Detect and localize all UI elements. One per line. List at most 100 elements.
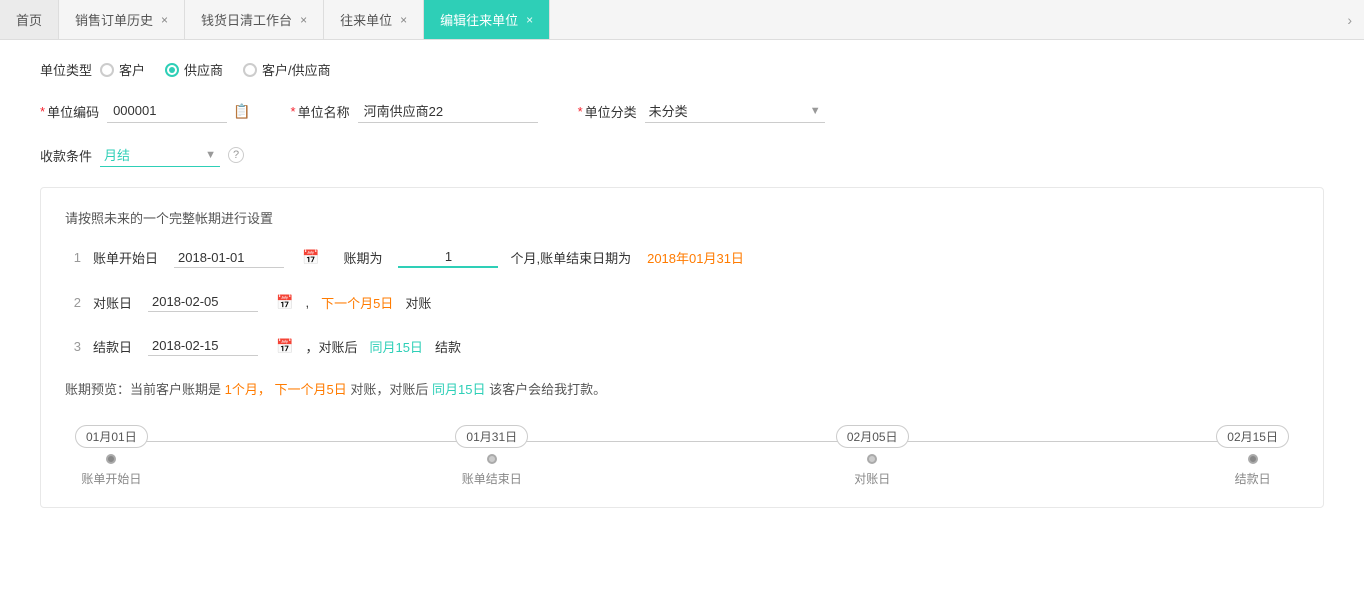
preview-label: 账期预览：当前客户账期是 xyxy=(65,382,221,397)
preview-part1: 1个月， xyxy=(225,382,271,397)
row1-calendar-icon[interactable]: 📅 xyxy=(302,249,319,266)
preview-section: 账期预览：当前客户账期是 1个月， 下一个月5日 对账，对账后 同月15日 该客… xyxy=(65,380,1299,401)
card-title: 请按照未来的一个完整帐期进行设置 xyxy=(65,208,1299,227)
timeline-sub-1: 账单开始日 xyxy=(81,470,141,487)
code-label: 单位编码 xyxy=(47,102,99,121)
row-num-2: 2 xyxy=(65,295,81,310)
name-required: * xyxy=(291,104,296,119)
settings-card: 请按照未来的一个完整帐期进行设置 1 账单开始日 📅 账期为 个月,账单结束日期… xyxy=(40,187,1324,508)
tab-bar: 首页 销售订单历史 × 钱货日清工作台 × 往来单位 × 编辑往来单位 × › xyxy=(0,0,1364,40)
row-num-3: 3 xyxy=(65,339,81,354)
tab-sales-close[interactable]: × xyxy=(161,13,168,27)
timeline-point-4: 02月15日 结款日 xyxy=(1216,425,1289,487)
radio-supplier[interactable]: 供应商 xyxy=(165,60,223,79)
row1-period-end: 2018年01月31日 xyxy=(647,248,744,267)
row2-date-input[interactable] xyxy=(148,292,258,312)
row3-same-month: 同月15日 xyxy=(369,337,422,356)
unit-type-row: 单位类型 客户 供应商 客户/供应商 xyxy=(40,60,1324,79)
row1-period-unit: 个月,账单结束日期为 xyxy=(510,248,631,267)
timeline-dot-1 xyxy=(106,454,116,464)
row1-period-input[interactable] xyxy=(398,247,498,268)
tab-cash-label: 钱货日清工作台 xyxy=(201,10,292,29)
radio-customer-label: 客户 xyxy=(119,60,145,79)
timeline-sub-3: 对账日 xyxy=(854,470,890,487)
row3-calendar-icon[interactable]: 📅 xyxy=(276,338,293,355)
timeline-point-2: 01月31日 账单结束日 xyxy=(455,425,528,487)
main-content: 单位类型 客户 供应商 客户/供应商 * 单位编码 📋 * 单位名称 xyxy=(0,40,1364,608)
category-required: * xyxy=(578,104,583,119)
row3-date-input[interactable] xyxy=(148,336,258,356)
tab-cash-close[interactable]: × xyxy=(300,13,307,27)
category-value: 未分类 xyxy=(649,101,804,120)
payment-help-icon[interactable]: ? xyxy=(228,147,244,163)
row1-label: 账单开始日 xyxy=(93,248,158,267)
radio-customer-circle xyxy=(100,63,114,77)
timeline-point-1: 01月01日 账单开始日 xyxy=(75,425,148,487)
timeline-dot-2 xyxy=(487,454,497,464)
preview-part2: 下一个月5日 xyxy=(275,382,347,397)
name-field-group: * 单位名称 xyxy=(291,99,538,123)
row-num-1: 1 xyxy=(65,250,81,265)
timeline-dot-4 xyxy=(1248,454,1258,464)
timeline-dot-3 xyxy=(867,454,877,464)
row1-date-input[interactable] xyxy=(174,248,284,268)
radio-both[interactable]: 客户/供应商 xyxy=(243,60,331,79)
code-required: * xyxy=(40,104,45,119)
code-input[interactable] xyxy=(107,99,227,123)
payment-chevron-icon: ▼ xyxy=(205,149,216,161)
tab-home-label: 首页 xyxy=(16,10,42,29)
row2-suffix2: 对账 xyxy=(405,293,431,312)
timeline-badge-2: 01月31日 xyxy=(455,425,528,448)
row3-suffix1: ，对账后 xyxy=(305,337,357,356)
tab-edit-partner-close[interactable]: × xyxy=(526,13,533,27)
row2-calendar-icon[interactable]: 📅 xyxy=(276,294,293,311)
category-label: 单位分类 xyxy=(585,102,637,121)
unit-type-label: 单位类型 xyxy=(40,60,92,79)
category-chevron-icon: ▼ xyxy=(810,105,821,117)
category-select[interactable]: 未分类 ▼ xyxy=(645,99,825,123)
tab-partner[interactable]: 往来单位 × xyxy=(324,0,424,39)
category-field-group: * 单位分类 未分类 ▼ xyxy=(578,99,825,123)
tab-more-button[interactable]: › xyxy=(1335,0,1364,39)
timeline-badge-3: 02月05日 xyxy=(836,425,909,448)
tab-partner-close[interactable]: × xyxy=(400,13,407,27)
payment-value: 月结 xyxy=(104,145,199,164)
radio-supplier-circle xyxy=(165,63,179,77)
row2-label: 对账日 xyxy=(93,293,132,312)
unit-type-radio-group: 客户 供应商 客户/供应商 xyxy=(100,60,331,79)
row1-period-label: 账期为 xyxy=(343,248,382,267)
payment-select[interactable]: 月结 ▼ xyxy=(100,143,220,167)
name-input[interactable] xyxy=(358,99,538,123)
tab-home[interactable]: 首页 xyxy=(0,0,59,39)
radio-customer[interactable]: 客户 xyxy=(100,60,145,79)
setting-row-2: 2 对账日 📅 , 下一个月5日 对账 xyxy=(65,292,1299,312)
timeline-sub-4: 结款日 xyxy=(1235,470,1271,487)
code-field-group: * 单位编码 📋 xyxy=(40,99,251,123)
radio-both-circle xyxy=(243,63,257,77)
setting-row-1: 1 账单开始日 📅 账期为 个月,账单结束日期为 2018年01月31日 xyxy=(65,247,1299,268)
row3-suffix2: 结款 xyxy=(435,337,461,356)
tab-cash-work[interactable]: 钱货日清工作台 × xyxy=(185,0,324,39)
tab-edit-partner[interactable]: 编辑往来单位 × xyxy=(424,0,550,39)
setting-row-3: 3 结款日 📅 ，对账后 同月15日 结款 xyxy=(65,336,1299,356)
payment-label: 收款条件 xyxy=(40,146,92,165)
timeline-point-3: 02月05日 对账日 xyxy=(836,425,909,487)
preview-part4: 同月15日 xyxy=(432,382,485,397)
row3-label: 结款日 xyxy=(93,337,132,356)
timeline-badge-4: 02月15日 xyxy=(1216,425,1289,448)
payment-row: 收款条件 月结 ▼ ? xyxy=(40,143,1324,167)
tab-sales-history[interactable]: 销售订单历史 × xyxy=(59,0,185,39)
row2-suffix1: , xyxy=(305,295,309,310)
name-label: 单位名称 xyxy=(298,102,350,121)
timeline-sub-2: 账单结束日 xyxy=(462,470,522,487)
code-name-category-row: * 单位编码 📋 * 单位名称 * 单位分类 未分类 ▼ xyxy=(40,99,1324,123)
code-copy-icon[interactable]: 📋 xyxy=(233,103,250,120)
radio-supplier-label: 供应商 xyxy=(184,60,223,79)
timeline-badge-1: 01月01日 xyxy=(75,425,148,448)
preview-part3: 对账，对账后 xyxy=(350,382,428,397)
timeline-container: 01月01日 账单开始日 01月31日 账单结束日 02月05日 对账日 xyxy=(65,425,1299,487)
tab-sales-label: 销售订单历史 xyxy=(75,10,153,29)
radio-both-label: 客户/供应商 xyxy=(262,60,331,79)
tab-partner-label: 往来单位 xyxy=(340,10,392,29)
timeline-points: 01月01日 账单开始日 01月31日 账单结束日 02月05日 对账日 xyxy=(75,425,1289,487)
